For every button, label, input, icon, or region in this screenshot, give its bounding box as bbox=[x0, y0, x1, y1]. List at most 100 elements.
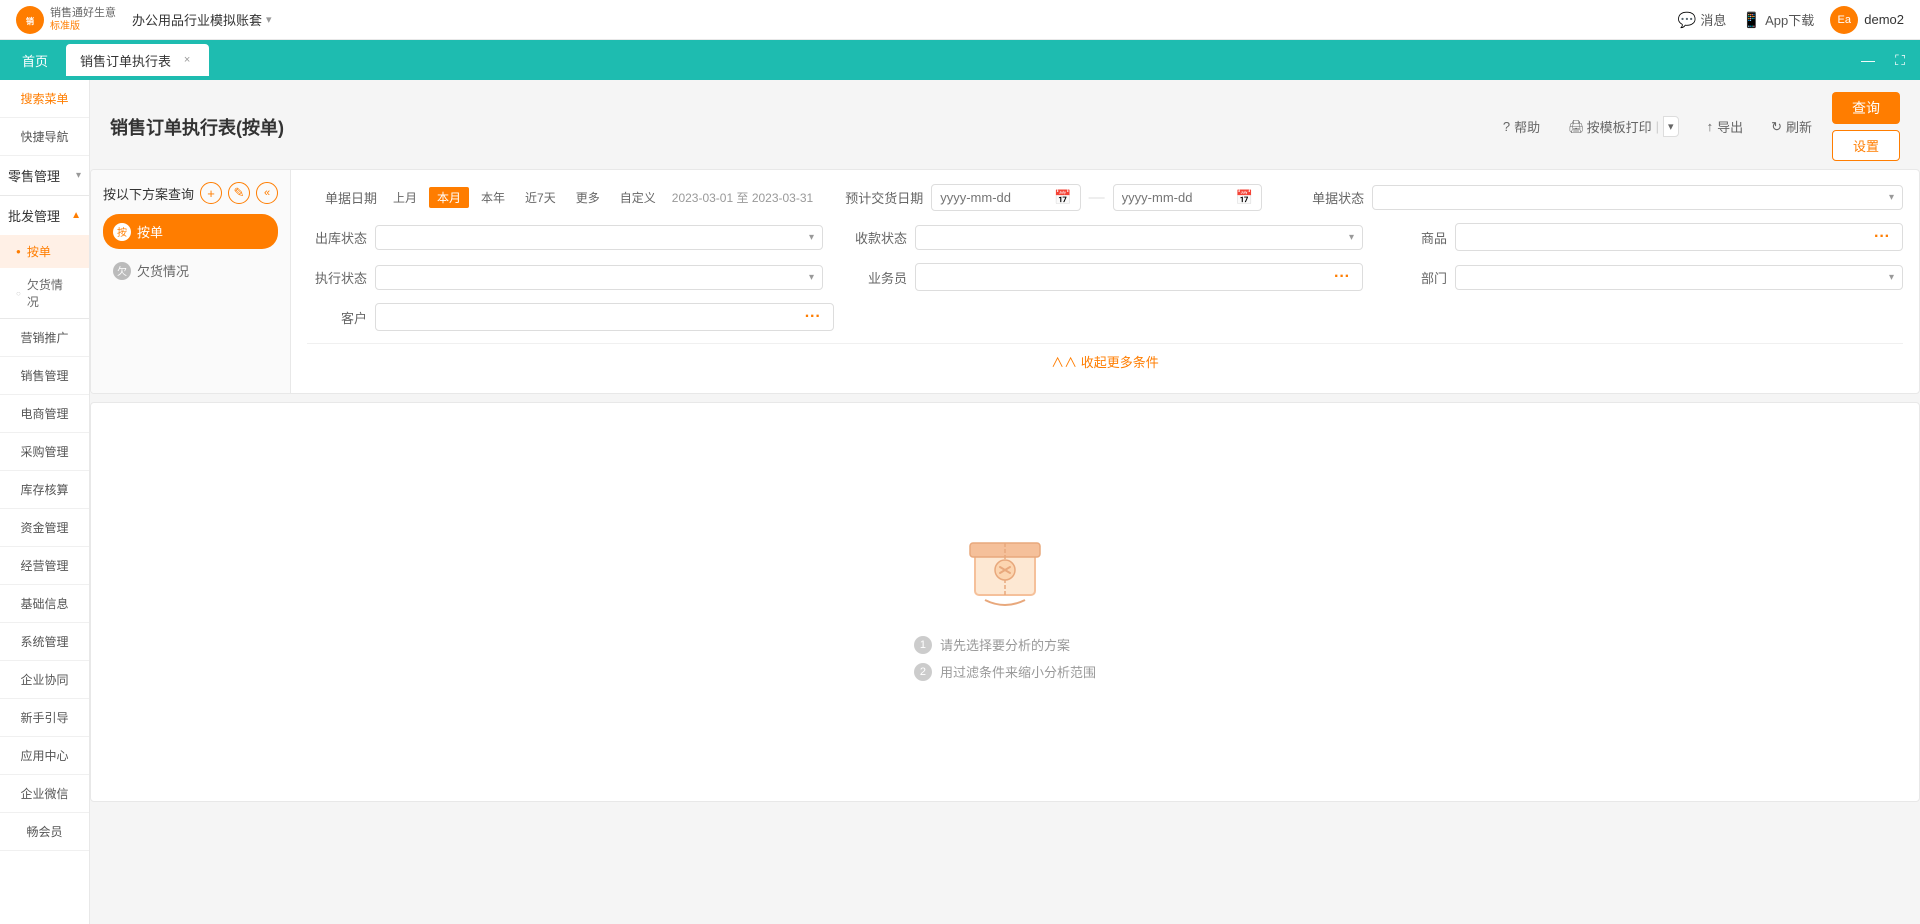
delivery-status-select[interactable]: ▾ bbox=[375, 225, 823, 250]
date-end-input[interactable] bbox=[1122, 190, 1232, 205]
department-select[interactable]: ▾ bbox=[1455, 265, 1903, 290]
query-button[interactable]: 查询 bbox=[1832, 92, 1900, 124]
execution-status-input[interactable] bbox=[384, 270, 809, 285]
date-tab-more[interactable]: 更多 bbox=[568, 187, 608, 208]
app-download-button[interactable]: 📱 App下载 bbox=[1742, 10, 1814, 29]
company-selector[interactable]: 办公用品行业模拟账套 ▾ bbox=[124, 6, 280, 33]
salesperson-input[interactable] bbox=[924, 270, 1330, 285]
logo-area: 销 销售通好生意 标准版 bbox=[16, 6, 116, 34]
empty-state: 1 请先选择要分析的方案 2 用过滤条件来缩小分析范围 bbox=[894, 455, 1116, 749]
tab-maximize-button[interactable]: ⛶ bbox=[1888, 48, 1912, 72]
sidebar-item-wholesale[interactable]: 批发管理 ▲ bbox=[0, 196, 89, 235]
sidebar-item-system[interactable]: 系统管理 bbox=[0, 623, 89, 661]
date-separator: — bbox=[1089, 189, 1105, 207]
department-field: 部门 ▾ bbox=[1387, 265, 1903, 290]
filter-left-actions: + ✎ « bbox=[200, 182, 278, 204]
sidebar-item-newbie[interactable]: 新手引导 bbox=[0, 699, 89, 737]
sidebar-sub-item-debt[interactable]: ○ 欠货情况 bbox=[0, 268, 89, 318]
page-actions: ? 帮助 🖨 按模板打印 | ▾ ↑ 导出 ↻ 刷新 bbox=[1495, 92, 1900, 161]
sidebar-item-quicknav[interactable]: 快捷导航 bbox=[0, 118, 89, 156]
collapse-scheme-button[interactable]: « bbox=[256, 182, 278, 204]
top-nav-left: 销 销售通好生意 标准版 办公用品行业模拟账套 ▾ bbox=[16, 6, 280, 34]
department-input[interactable] bbox=[1464, 270, 1889, 285]
print-button[interactable]: 🖨 按模板打印 | ▾ bbox=[1560, 112, 1686, 141]
chevron-up-icon: ▲ bbox=[71, 210, 81, 221]
goods-more-button[interactable]: ··· bbox=[1870, 228, 1894, 246]
page-title: 销售订单执行表(按单) bbox=[110, 114, 284, 140]
page-header: 销售订单执行表(按单) ? 帮助 🖨 按模板打印 | ▾ ↑ 导出 ↻ bbox=[90, 80, 1920, 169]
expected-delivery-end[interactable]: 📅 bbox=[1113, 184, 1262, 211]
expected-delivery-start[interactable]: 📅 bbox=[931, 184, 1080, 211]
payment-status-field: 收款状态 ▾ bbox=[847, 225, 1363, 250]
tab-close-button[interactable]: × bbox=[179, 52, 195, 68]
sidebar-item-ecommerce[interactable]: 电商管理 bbox=[0, 395, 89, 433]
user-area[interactable]: Ea demo2 bbox=[1830, 6, 1904, 34]
logo-icon: 销 bbox=[16, 6, 44, 34]
tip-num-1: 1 bbox=[914, 636, 932, 654]
customer-select[interactable]: ··· bbox=[375, 303, 834, 331]
salesperson-more-button[interactable]: ··· bbox=[1330, 268, 1354, 286]
sidebar-item-appstore[interactable]: 应用中心 bbox=[0, 737, 89, 775]
refresh-button[interactable]: ↻ 刷新 bbox=[1763, 113, 1820, 140]
sidebar-item-enterprise[interactable]: 企业协同 bbox=[0, 661, 89, 699]
sidebar-item-operations[interactable]: 经营管理 bbox=[0, 547, 89, 585]
empty-state-icon bbox=[955, 515, 1055, 615]
print-dropdown-arrow[interactable]: ▾ bbox=[1663, 116, 1679, 137]
sidebar-item-inventory[interactable]: 库存核算 bbox=[0, 471, 89, 509]
date-tab-thismonth[interactable]: 本月 bbox=[429, 187, 469, 208]
company-dropdown-icon: ▾ bbox=[266, 13, 272, 26]
payment-dropdown-arrow: ▾ bbox=[1349, 232, 1354, 243]
tab-sales-execution[interactable]: 销售订单执行表 × bbox=[66, 44, 209, 76]
settings-button[interactable]: 设置 bbox=[1832, 130, 1900, 161]
sidebar-item-purchase[interactable]: 采购管理 bbox=[0, 433, 89, 471]
scheme-item-salesorder[interactable]: 按 按单 bbox=[103, 214, 278, 249]
payment-status-input[interactable] bbox=[924, 230, 1349, 245]
goods-input[interactable] bbox=[1464, 230, 1870, 245]
date-start-input[interactable] bbox=[940, 190, 1050, 205]
status-input[interactable] bbox=[1381, 190, 1889, 205]
logo-text: 销售通好生意 标准版 bbox=[50, 6, 116, 33]
execution-dropdown-arrow: ▾ bbox=[809, 272, 814, 283]
payment-status-select[interactable]: ▾ bbox=[915, 225, 1363, 250]
date-tab-custom[interactable]: 自定义 bbox=[612, 187, 664, 208]
goods-select[interactable]: ··· bbox=[1455, 223, 1903, 251]
sidebar-section-wholesale: 批发管理 ▲ ● 按单 ○ 欠货情况 bbox=[0, 196, 89, 319]
svg-text:销: 销 bbox=[26, 16, 34, 26]
refresh-icon: ↻ bbox=[1771, 119, 1782, 135]
execution-status-select[interactable]: ▾ bbox=[375, 265, 823, 290]
sidebar-item-member[interactable]: 畅会员 bbox=[0, 813, 89, 851]
date-tab-lastmonth[interactable]: 上月 bbox=[385, 187, 425, 208]
customer-more-button[interactable]: ··· bbox=[801, 308, 825, 326]
scheme-item-debt[interactable]: 欠 欠货情况 bbox=[103, 253, 278, 288]
salesperson-select[interactable]: ··· bbox=[915, 263, 1363, 291]
sidebar-item-search[interactable]: 搜索菜单 bbox=[0, 80, 89, 118]
status-select[interactable]: ▾ bbox=[1372, 185, 1903, 210]
filter-body: 按以下方案查询 + ✎ « 按 按单 欠 欠货情况 bbox=[91, 170, 1919, 393]
sidebar-sub-item-salesorder[interactable]: ● 按单 bbox=[0, 235, 89, 268]
customer-field: 客户 ··· bbox=[307, 303, 834, 331]
sidebar-item-finance[interactable]: 资金管理 bbox=[0, 509, 89, 547]
sidebar-item-retail[interactable]: 零售管理 ▾ bbox=[0, 156, 89, 195]
date-tab-7days[interactable]: 近7天 bbox=[517, 187, 564, 208]
edit-scheme-button[interactable]: ✎ bbox=[228, 182, 250, 204]
delivery-status-input[interactable] bbox=[384, 230, 809, 245]
sidebar-item-marketing[interactable]: 营销推广 bbox=[0, 319, 89, 357]
date-tab-thisyear[interactable]: 本年 bbox=[473, 187, 513, 208]
tip-num-2: 2 bbox=[914, 663, 932, 681]
tab-minimize-button[interactable]: — bbox=[1856, 48, 1880, 72]
message-button[interactable]: 💬 消息 bbox=[1678, 10, 1727, 29]
collapse-button[interactable]: ∧∧ 收起更多条件 bbox=[307, 343, 1903, 379]
filter-fields-area: 单据日期 上月 本月 本年 近7天 更多 自定义 2023-03-01 至 20… bbox=[291, 170, 1919, 393]
tab-home[interactable]: 首页 bbox=[8, 45, 62, 76]
customer-input[interactable] bbox=[384, 310, 801, 325]
filter-row-3: 执行状态 ▾ 业务员 ··· bbox=[307, 263, 1903, 291]
sidebar-item-wechat[interactable]: 企业微信 bbox=[0, 775, 89, 813]
add-scheme-button[interactable]: + bbox=[200, 182, 222, 204]
sidebar-item-sales[interactable]: 销售管理 bbox=[0, 357, 89, 395]
help-button[interactable]: ? 帮助 bbox=[1495, 113, 1548, 140]
tab-bar: 首页 销售订单执行表 × — ⛶ bbox=[0, 40, 1920, 80]
export-button[interactable]: ↑ 导出 bbox=[1699, 113, 1752, 140]
sidebar-item-basic[interactable]: 基础信息 bbox=[0, 585, 89, 623]
help-icon: ? bbox=[1503, 119, 1510, 134]
calendar-end-icon: 📅 bbox=[1236, 189, 1253, 206]
